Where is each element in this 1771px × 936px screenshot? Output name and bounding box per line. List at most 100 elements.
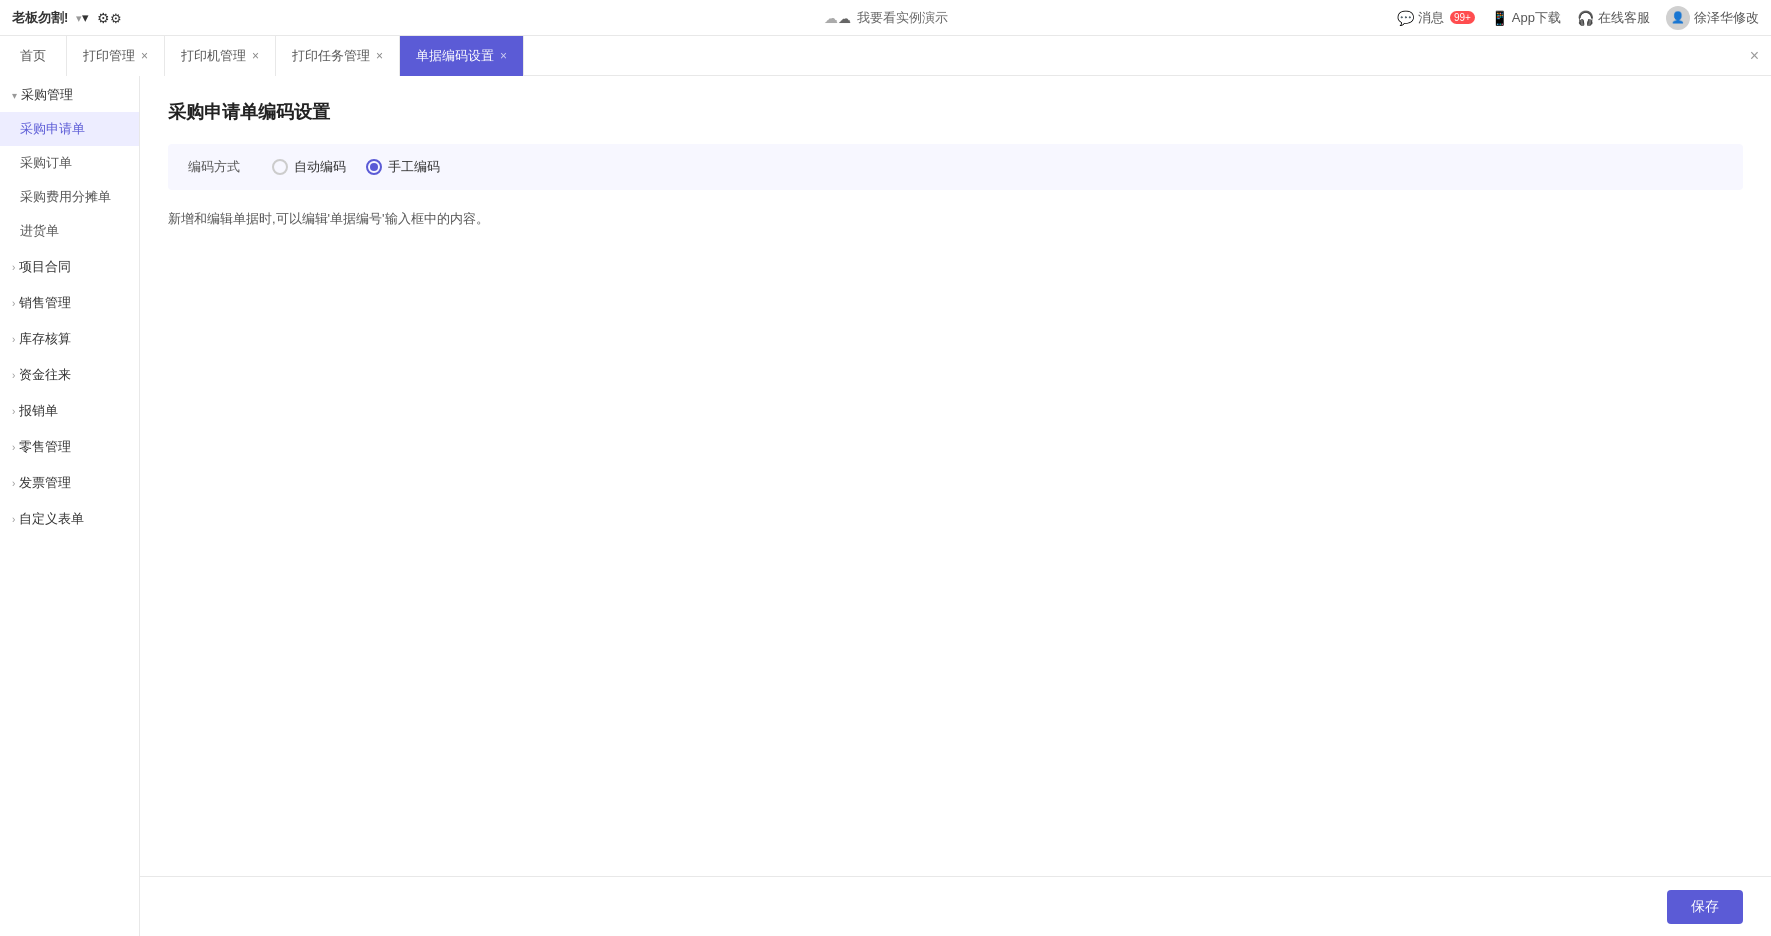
sidebar-group-label-sales: 销售管理 [19,294,71,312]
top-bar: 老板勿割! ▾ ⚙ ☁ 我要看实例演示 消息 99+ App下载 在线客服 👤 … [0,0,1771,36]
message-badge: 99+ [1450,11,1475,24]
sidebar-group-header-capital[interactable]: › 资金往来 [0,356,139,392]
tab-print-task-label: 打印任务管理 [292,47,370,65]
content-inner: 采购申请单编码设置 编码方式 自动编码 手工编码 新增和编辑单据时,可以编辑'单… [140,76,1771,876]
sidebar-group-sales: › 销售管理 [0,284,139,320]
sidebar-group-header-retail[interactable]: › 零售管理 [0,428,139,464]
service-icon [1577,10,1594,26]
center-text: 我要看实例演示 [857,9,948,27]
sidebar-group-label-expense: 报销单 [19,402,58,420]
message-button[interactable]: 消息 99+ [1397,9,1475,27]
top-bar-center: ☁ 我要看实例演示 [824,9,948,27]
radio-auto-code-circle [272,159,288,175]
radio-manual-code-circle [366,159,382,175]
main-layout: ▾ 采购管理 采购申请单 采购订单 采购费用分摊单 进货单 [0,76,1771,936]
sidebar-group-custom-form: › 自定义表单 [0,500,139,536]
sidebar-group-header-invoice[interactable]: › 发票管理 [0,464,139,500]
chevron-down-icon: ▾ [12,90,17,101]
sidebar-group-header-procurement[interactable]: ▾ 采购管理 [0,76,139,112]
sidebar-group-label-inventory: 库存核算 [19,330,71,348]
tab-printer-management-label: 打印机管理 [181,47,246,65]
chevron-right-icon: › [12,262,15,273]
sidebar-item-label: 采购申请单 [20,121,85,136]
sidebar-item-label: 进货单 [20,223,59,238]
sidebar-item-purchase-request[interactable]: 采购申请单 [0,112,139,146]
user-name: 徐泽华修改 [1694,9,1759,27]
tab-print-management-close[interactable]: × [141,49,148,63]
sidebar-group-header-custom-form[interactable]: › 自定义表单 [0,500,139,536]
sidebar-group-header-inventory[interactable]: › 库存核算 [0,320,139,356]
app-icon [1491,10,1508,26]
save-button[interactable]: 保存 [1667,890,1743,924]
tab-print-management[interactable]: 打印管理 × [67,36,165,76]
sidebar-group-label-capital: 资金往来 [19,366,71,384]
chevron-right-icon: › [12,478,15,489]
radio-manual-code[interactable]: 手工编码 [366,158,440,176]
sidebar-group-label-custom-form: 自定义表单 [19,510,84,528]
tab-home-label: 首页 [20,47,46,65]
sidebar-group-capital: › 资金往来 [0,356,139,392]
app-download-label: App下载 [1512,9,1561,27]
hint-text: 新增和编辑单据时,可以编辑'单据编号'输入框中的内容。 [168,210,1743,228]
online-service-label: 在线客服 [1598,9,1650,27]
chevron-right-icon: › [12,514,15,525]
user-profile[interactable]: 👤 徐泽华修改 [1666,6,1759,30]
sidebar-group-label-retail: 零售管理 [19,438,71,456]
tab-barcode-settings-close[interactable]: × [500,49,507,63]
content-footer: 保存 [140,876,1771,936]
sidebar-group-label-project: 项目合同 [19,258,71,276]
chevron-right-icon: › [12,406,15,417]
settings-icon[interactable]: ⚙ [97,10,122,26]
sidebar-item-purchase-expense[interactable]: 采购费用分摊单 [0,180,139,214]
chevron-right-icon: › [12,298,15,309]
chevron-right-icon: › [12,370,15,381]
sidebar-group-procurement: ▾ 采购管理 采购申请单 采购订单 采购费用分摊单 进货单 [0,76,139,248]
close-all-button[interactable]: × [1738,47,1771,65]
app-download-button[interactable]: App下载 [1491,9,1561,27]
chevron-right-icon: › [12,442,15,453]
sidebar-item-purchase-receipt[interactable]: 进货单 [0,214,139,248]
tab-print-task-close[interactable]: × [376,49,383,63]
dropdown-icon[interactable]: ▾ [76,10,89,25]
sidebar-group-expense: › 报销单 [0,392,139,428]
sidebar-group-label-procurement: 采购管理 [21,86,73,104]
tab-print-task[interactable]: 打印任务管理 × [276,36,400,76]
sidebar-group-header-expense[interactable]: › 报销单 [0,392,139,428]
sidebar-group-header-sales[interactable]: › 销售管理 [0,284,139,320]
tab-home[interactable]: 首页 [0,36,67,76]
avatar: 👤 [1666,6,1690,30]
sidebar-group-header-project[interactable]: › 项目合同 [0,248,139,284]
tab-barcode-settings-label: 单据编码设置 [416,47,494,65]
radio-auto-code[interactable]: 自动编码 [272,158,346,176]
sidebar-group-inventory: › 库存核算 [0,320,139,356]
top-bar-left: 老板勿割! ▾ ⚙ [12,9,122,27]
tab-printer-management-close[interactable]: × [252,49,259,63]
message-label: 消息 [1418,9,1444,27]
top-bar-right: 消息 99+ App下载 在线客服 👤 徐泽华修改 [1397,6,1759,30]
sidebar: ▾ 采购管理 采购申请单 采购订单 采购费用分摊单 进货单 [0,76,140,936]
page-title: 采购申请单编码设置 [168,100,1743,124]
content-area: 采购申请单编码设置 编码方式 自动编码 手工编码 新增和编辑单据时,可以编辑'单… [140,76,1771,936]
tab-print-management-label: 打印管理 [83,47,135,65]
sidebar-group-project: › 项目合同 [0,248,139,284]
online-service-button[interactable]: 在线客服 [1577,9,1650,27]
sidebar-group-label-invoice: 发票管理 [19,474,71,492]
tab-printer-management[interactable]: 打印机管理 × [165,36,276,76]
logo-text: 老板勿割! [12,9,68,27]
tab-barcode-settings[interactable]: 单据编码设置 × [400,36,524,76]
encoding-label: 编码方式 [188,158,248,176]
sidebar-group-invoice: › 发票管理 [0,464,139,500]
sidebar-group-retail: › 零售管理 [0,428,139,464]
radio-auto-code-label: 自动编码 [294,158,346,176]
cloud-icon: ☁ [824,10,851,26]
radio-manual-code-label: 手工编码 [388,158,440,176]
sidebar-item-purchase-order[interactable]: 采购订单 [0,146,139,180]
sidebar-item-label: 采购订单 [20,155,72,170]
encoding-radio-group: 自动编码 手工编码 [272,158,440,176]
sidebar-children-procurement: 采购申请单 采购订单 采购费用分摊单 进货单 [0,112,139,248]
message-icon [1397,10,1414,26]
encoding-section: 编码方式 自动编码 手工编码 [168,144,1743,190]
sidebar-item-label: 采购费用分摊单 [20,189,111,204]
tab-bar: 首页 打印管理 × 打印机管理 × 打印任务管理 × 单据编码设置 × × [0,36,1771,76]
chevron-right-icon: › [12,334,15,345]
